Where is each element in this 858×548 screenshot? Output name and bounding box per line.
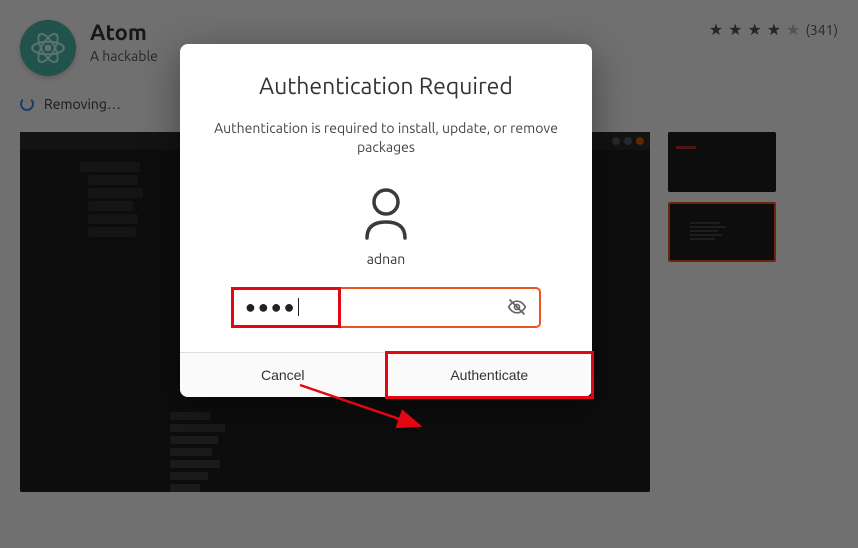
dialog-title: Authentication Required (210, 74, 562, 99)
password-input[interactable]: ●●●● (231, 287, 541, 328)
auth-dialog: Authentication Required Authentication i… (180, 44, 592, 397)
authenticate-button[interactable]: Authenticate (387, 353, 593, 397)
username: adnan (210, 251, 562, 267)
dialog-subtitle: Authentication is required to install, u… (210, 119, 562, 157)
visibility-toggle-icon[interactable] (507, 297, 527, 317)
password-value: ●●●● (245, 297, 507, 318)
user-icon (358, 185, 414, 241)
cancel-button[interactable]: Cancel (180, 353, 387, 397)
